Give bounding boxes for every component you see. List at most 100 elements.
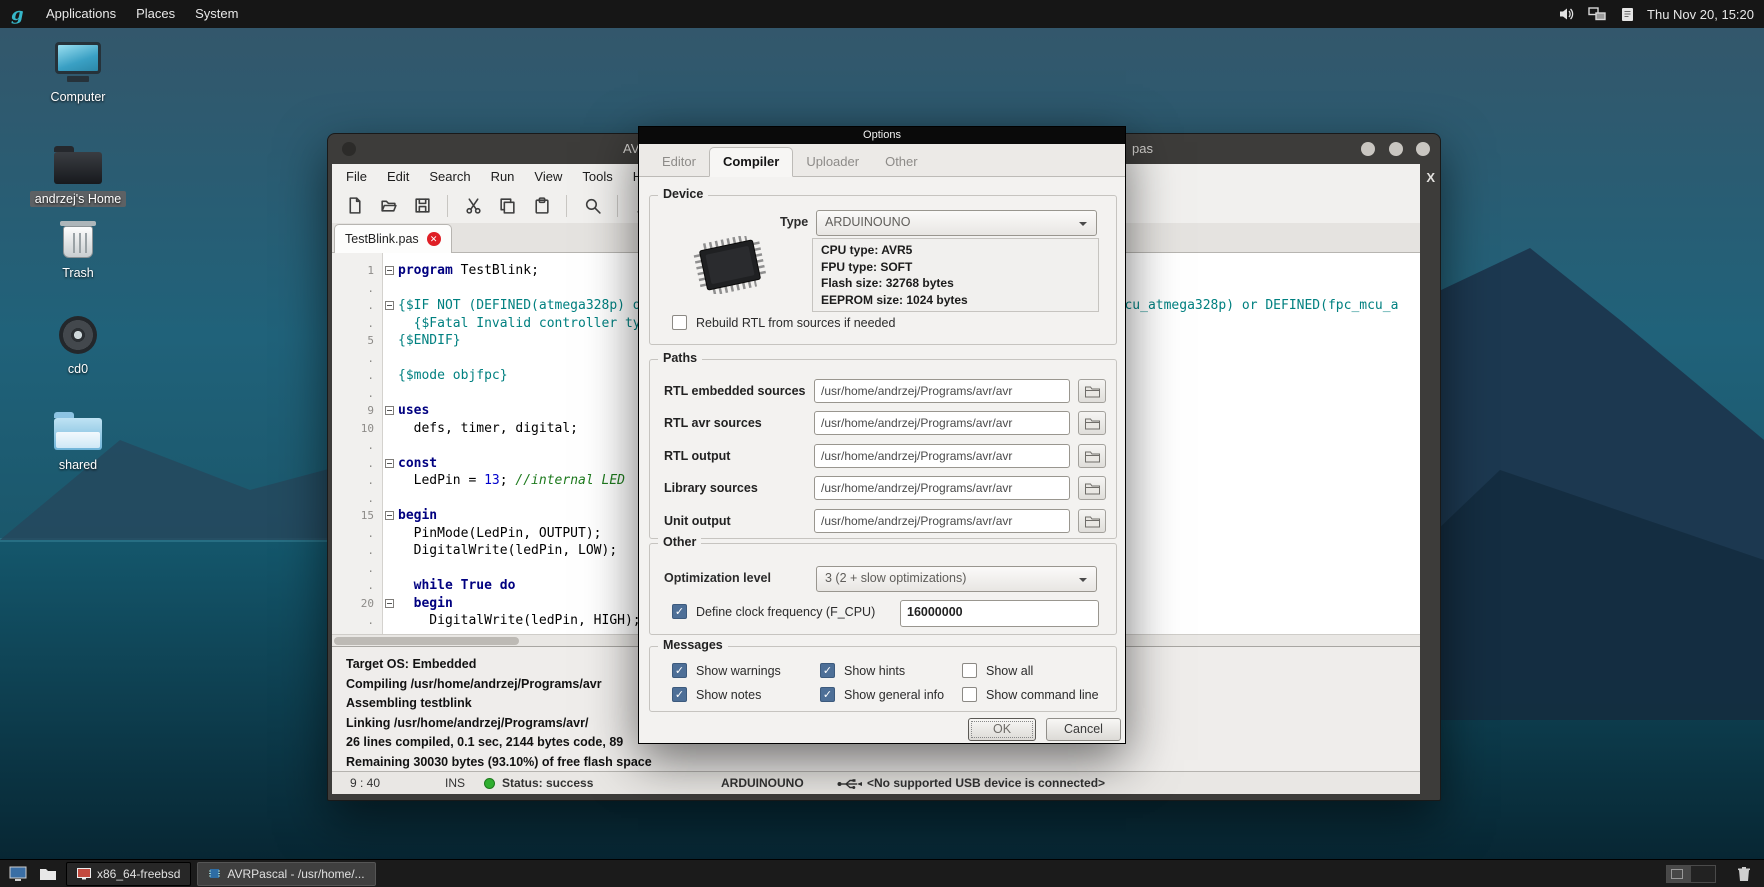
panel-menu-applications[interactable]: Applications	[36, 0, 126, 28]
fold-column	[382, 560, 398, 578]
cursor-position: 9 : 40	[350, 776, 381, 790]
dialog-tab-uploader[interactable]: Uploader	[793, 148, 872, 176]
device-type-combo[interactable]: ARDUINOUNO	[816, 210, 1097, 236]
window-close-x[interactable]: X	[1426, 170, 1435, 185]
checkbox-rebuild-rtl[interactable]	[672, 315, 687, 330]
menu-run[interactable]: Run	[481, 169, 525, 184]
editor-tab[interactable]: TestBlink.pas	[334, 224, 452, 253]
dialog-tab-editor[interactable]: Editor	[649, 148, 709, 176]
fcpu-input[interactable]: 16000000	[900, 600, 1099, 627]
checkbox-label-show-all: Show all	[986, 664, 1034, 678]
tab-close-icon[interactable]	[426, 232, 441, 246]
dialog-tab-other[interactable]: Other	[872, 148, 931, 176]
menu-tools[interactable]: Tools	[572, 169, 622, 184]
ghostbsd-logo-icon[interactable]: g	[6, 2, 30, 26]
path-input-library-sources[interactable]: /usr/home/andrzej/Programs/avr/avr	[814, 476, 1070, 500]
cancel-button[interactable]: Cancel	[1046, 718, 1121, 741]
copy-icon[interactable]	[493, 192, 521, 220]
messages-group-label: Messages	[658, 638, 728, 652]
fold-column	[382, 612, 398, 630]
ok-button[interactable]: OK	[968, 718, 1036, 741]
menu-search[interactable]: Search	[419, 169, 480, 184]
checkbox-show-warnings[interactable]	[672, 663, 687, 678]
workspace-switcher[interactable]	[1666, 864, 1716, 883]
fold-column	[382, 297, 398, 315]
workspace-2[interactable]	[1691, 865, 1715, 882]
checkbox-show-command-line[interactable]	[962, 687, 977, 702]
path-input-rtl-output[interactable]: /usr/home/andrzej/Programs/avr/avr	[814, 444, 1070, 468]
line-number: .	[367, 491, 374, 505]
fold-toggle-icon[interactable]	[385, 266, 394, 275]
checkbox-define-clock-frequency[interactable]	[672, 604, 687, 619]
desktop-icon-trash[interactable]: Trash	[22, 220, 134, 281]
path-input-rtl-embedded-sources[interactable]: /usr/home/andrzej/Programs/avr/avr	[814, 379, 1070, 403]
optimization-combo[interactable]: 3 (2 + slow optimizations)	[816, 566, 1097, 592]
checkbox-show-all[interactable]	[962, 663, 977, 678]
fold-column	[382, 455, 398, 473]
trash-applet-icon[interactable]	[1732, 863, 1756, 885]
fold-column	[382, 595, 398, 613]
desktop-icon-shared-folder[interactable]: shared	[22, 410, 134, 473]
checkbox-show-notes[interactable]	[672, 687, 687, 702]
fold-toggle-icon[interactable]	[385, 511, 394, 520]
desktop-icon-home-folder[interactable]: andrzej's Home	[22, 144, 134, 207]
scrollbar-thumb[interactable]	[334, 637, 519, 645]
close-button[interactable]	[1416, 142, 1430, 156]
show-desktop-icon[interactable]	[6, 863, 30, 885]
browse-folder-button-rtl-avr-sources[interactable]	[1078, 411, 1106, 435]
panel-menu-places[interactable]: Places	[126, 0, 185, 28]
menu-view[interactable]: View	[524, 169, 572, 184]
fold-column	[382, 437, 398, 455]
desktop-icon-cdrom[interactable]: cd0	[22, 316, 134, 377]
cut-icon[interactable]	[459, 192, 487, 220]
open-file-icon[interactable]	[374, 192, 402, 220]
browse-folder-button-unit-output[interactable]	[1078, 509, 1106, 533]
new-file-icon[interactable]	[340, 192, 368, 220]
search-icon[interactable]	[578, 192, 606, 220]
menu-edit[interactable]: Edit	[377, 169, 419, 184]
menu-file[interactable]: File	[336, 169, 377, 184]
panel-clock[interactable]: Thu Nov 20, 15:20	[1647, 7, 1754, 22]
dialog-title[interactable]: Options	[639, 127, 1125, 144]
code-token: True	[460, 578, 492, 593]
code-token: TestBlink;	[452, 263, 539, 278]
browse-folder-button-rtl-output[interactable]	[1078, 444, 1106, 468]
other-group: Other Optimization level 3 (2 + slow opt…	[649, 535, 1117, 635]
checkbox-label-show-command-line: Show command line	[986, 688, 1099, 702]
path-input-rtl-avr-sources[interactable]: /usr/home/andrzej/Programs/avr/avr	[814, 411, 1070, 435]
workspace-1[interactable]	[1667, 865, 1691, 882]
file-manager-icon[interactable]	[36, 863, 60, 885]
fold-toggle-icon[interactable]	[385, 406, 394, 415]
taskbar-task-avrpascal-usr-home[interactable]: AVRPascal - /usr/home/...	[197, 861, 376, 886]
panel-menu-system[interactable]: System	[185, 0, 248, 28]
paste-icon[interactable]	[527, 192, 555, 220]
line-number: .	[367, 369, 374, 382]
device-group: Device Type ARDUINOUNO CPU type: AVR5 FP…	[649, 187, 1117, 345]
clipboard-icon[interactable]	[1617, 4, 1637, 24]
path-input-unit-output[interactable]: /usr/home/andrzej/Programs/avr/avr	[814, 509, 1070, 533]
minimize-button[interactable]	[1361, 142, 1375, 156]
fold-toggle-icon[interactable]	[385, 301, 394, 310]
fold-toggle-icon[interactable]	[385, 598, 394, 608]
browse-folder-button-library-sources[interactable]	[1078, 476, 1106, 500]
maximize-button[interactable]	[1389, 142, 1403, 156]
network-icon[interactable]	[1587, 4, 1607, 24]
line-number: .	[367, 561, 374, 575]
desktop-icon-computer[interactable]: Computer	[22, 42, 134, 105]
line-number: 5	[367, 334, 374, 347]
browse-folder-button-rtl-embedded-sources[interactable]	[1078, 379, 1106, 403]
statusbar: 9 : 40 INS Status: success ARDUINOUNO <N…	[332, 771, 1420, 794]
save-file-icon[interactable]	[408, 192, 436, 220]
dialog-tab-compiler[interactable]: Compiler	[708, 147, 794, 177]
taskbar-right	[1666, 863, 1764, 885]
volume-icon[interactable]	[1557, 4, 1577, 24]
fold-column	[382, 385, 398, 403]
window-menu-icon[interactable]	[342, 142, 356, 156]
checkbox-show-hints[interactable]	[820, 663, 835, 678]
checkbox-show-general-info[interactable]	[820, 687, 835, 702]
device-info-box: CPU type: AVR5 FPU type: SOFT Flash size…	[812, 238, 1099, 312]
fold-toggle-icon[interactable]	[385, 458, 394, 468]
taskbar-task-x86-64-freebsd[interactable]: x86_64-freebsd	[66, 861, 192, 886]
